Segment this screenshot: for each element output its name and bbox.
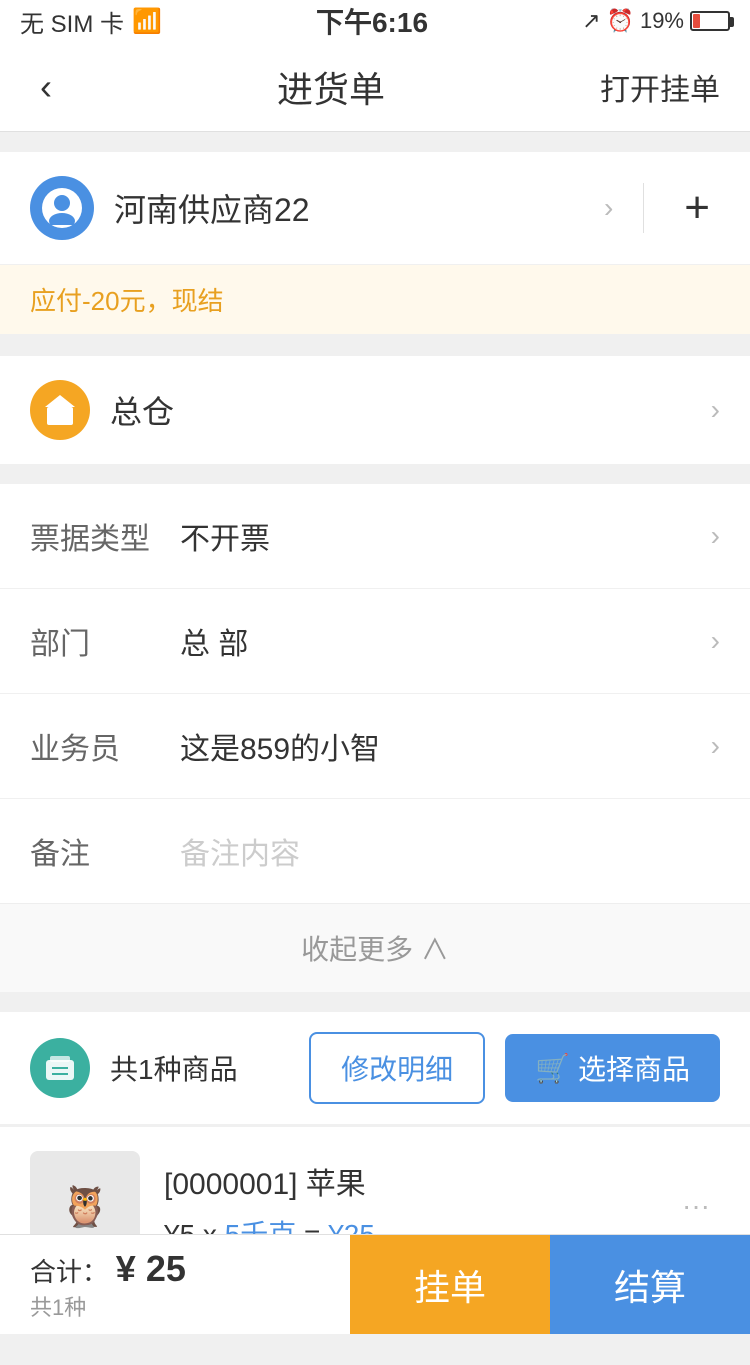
- supplier-name: 河南供应商22: [114, 185, 604, 231]
- status-time: 下午6:16: [316, 1, 428, 41]
- cart-icon: 🛒: [535, 1052, 570, 1085]
- salesperson-value: 这是859的小智: [180, 724, 711, 768]
- product-more-button[interactable]: ···: [672, 1180, 720, 1232]
- avatar-icon: [42, 188, 82, 228]
- collapse-text: 收起更多 ∧: [301, 934, 449, 965]
- alarm-icon: ⏰: [607, 8, 634, 34]
- checkout-button[interactable]: 结算: [550, 1235, 750, 1334]
- divider-4: [0, 992, 750, 1012]
- bottom-bar: 合计： ¥ 25 共1种 挂单 结算: [0, 1234, 750, 1334]
- divider-2: [0, 336, 750, 356]
- notice-bar: 应付-20元，现结: [0, 264, 750, 335]
- total-label: 合计：: [30, 1257, 108, 1287]
- ticket-type-row[interactable]: 票据类型 不开票 ›: [0, 484, 750, 589]
- warehouse-icon: [30, 380, 90, 440]
- notice-text: 应付-20元，现结: [30, 286, 224, 316]
- open-hang-button[interactable]: 打开挂单: [600, 65, 720, 109]
- vertical-divider: [643, 183, 644, 233]
- product-code: [0000001]: [164, 1168, 306, 1201]
- product-header: 共1种商品 修改明细 🛒 选择商品: [0, 1012, 750, 1125]
- remark-label: 备注: [30, 829, 150, 873]
- back-button[interactable]: ‹: [30, 56, 62, 118]
- status-right: ↗ ⏰ 19%: [582, 8, 730, 34]
- status-bar: 无 SIM 卡 📶 下午6:16 ↗ ⏰ 19%: [0, 0, 750, 42]
- total-amount: ¥ 25: [116, 1248, 186, 1289]
- product-logo-icon: 🦉: [60, 1183, 110, 1230]
- form-section: 票据类型 不开票 › 部门 总 部 › 业务员 这是859的小智 › 备注 备注…: [0, 484, 750, 903]
- add-button[interactable]: +: [674, 183, 720, 233]
- supplier-avatar: [30, 176, 94, 240]
- warehouse-name: 总仓: [110, 387, 711, 433]
- carrier-text: 无 SIM 卡: [20, 4, 124, 39]
- divider-3: [0, 464, 750, 484]
- total-count: 共1种: [30, 1290, 320, 1322]
- edit-detail-button[interactable]: 修改明细: [309, 1032, 485, 1104]
- nav-bar: ‹ 进货单 打开挂单: [0, 42, 750, 132]
- remark-row[interactable]: 备注 备注内容: [0, 799, 750, 903]
- department-arrow: ›: [711, 625, 720, 657]
- supplier-row[interactable]: 河南供应商22 › +: [0, 152, 750, 264]
- select-product-label: 选择商品: [578, 1048, 690, 1088]
- total-section: 合计： ¥ 25 共1种: [0, 1235, 350, 1334]
- hang-order-button[interactable]: 挂单: [350, 1235, 550, 1334]
- battery-icon: [690, 11, 730, 31]
- department-label: 部门: [30, 619, 150, 663]
- ticket-type-value: 不开票: [180, 514, 711, 558]
- department-value: 总 部: [180, 619, 711, 663]
- product-count-text: 共1种商品: [110, 1048, 289, 1088]
- location-icon: ↗: [582, 8, 600, 34]
- product-icon: [30, 1038, 90, 1098]
- supplier-arrow-icon: ›: [604, 192, 613, 224]
- supplier-section: 河南供应商22 › + 应付-20元，现结: [0, 152, 750, 336]
- status-left: 无 SIM 卡 📶: [20, 4, 162, 39]
- remark-placeholder: 备注内容: [180, 829, 720, 873]
- page-title: 进货单: [277, 61, 385, 113]
- select-product-button[interactable]: 🛒 选择商品: [505, 1034, 720, 1102]
- battery-percent: 19%: [640, 8, 684, 34]
- salesperson-row[interactable]: 业务员 这是859的小智 ›: [0, 694, 750, 799]
- battery-fill: [693, 14, 700, 28]
- divider-1: [0, 132, 750, 152]
- wifi-icon: 📶: [132, 7, 162, 36]
- product-name: [0000001] 苹果: [164, 1159, 648, 1203]
- salesperson-label: 业务员: [30, 724, 150, 768]
- warehouse-row[interactable]: 总仓 ›: [0, 356, 750, 464]
- warehouse-section: 总仓 ›: [0, 356, 750, 464]
- collapse-row[interactable]: 收起更多 ∧: [0, 903, 750, 992]
- ticket-type-label: 票据类型: [30, 514, 150, 558]
- total-row: 合计： ¥ 25: [30, 1248, 320, 1290]
- salesperson-arrow: ›: [711, 730, 720, 762]
- ticket-type-arrow: ›: [711, 520, 720, 552]
- department-row[interactable]: 部门 总 部 ›: [0, 589, 750, 694]
- product-title: 苹果: [306, 1168, 366, 1201]
- warehouse-arrow-icon: ›: [711, 394, 720, 426]
